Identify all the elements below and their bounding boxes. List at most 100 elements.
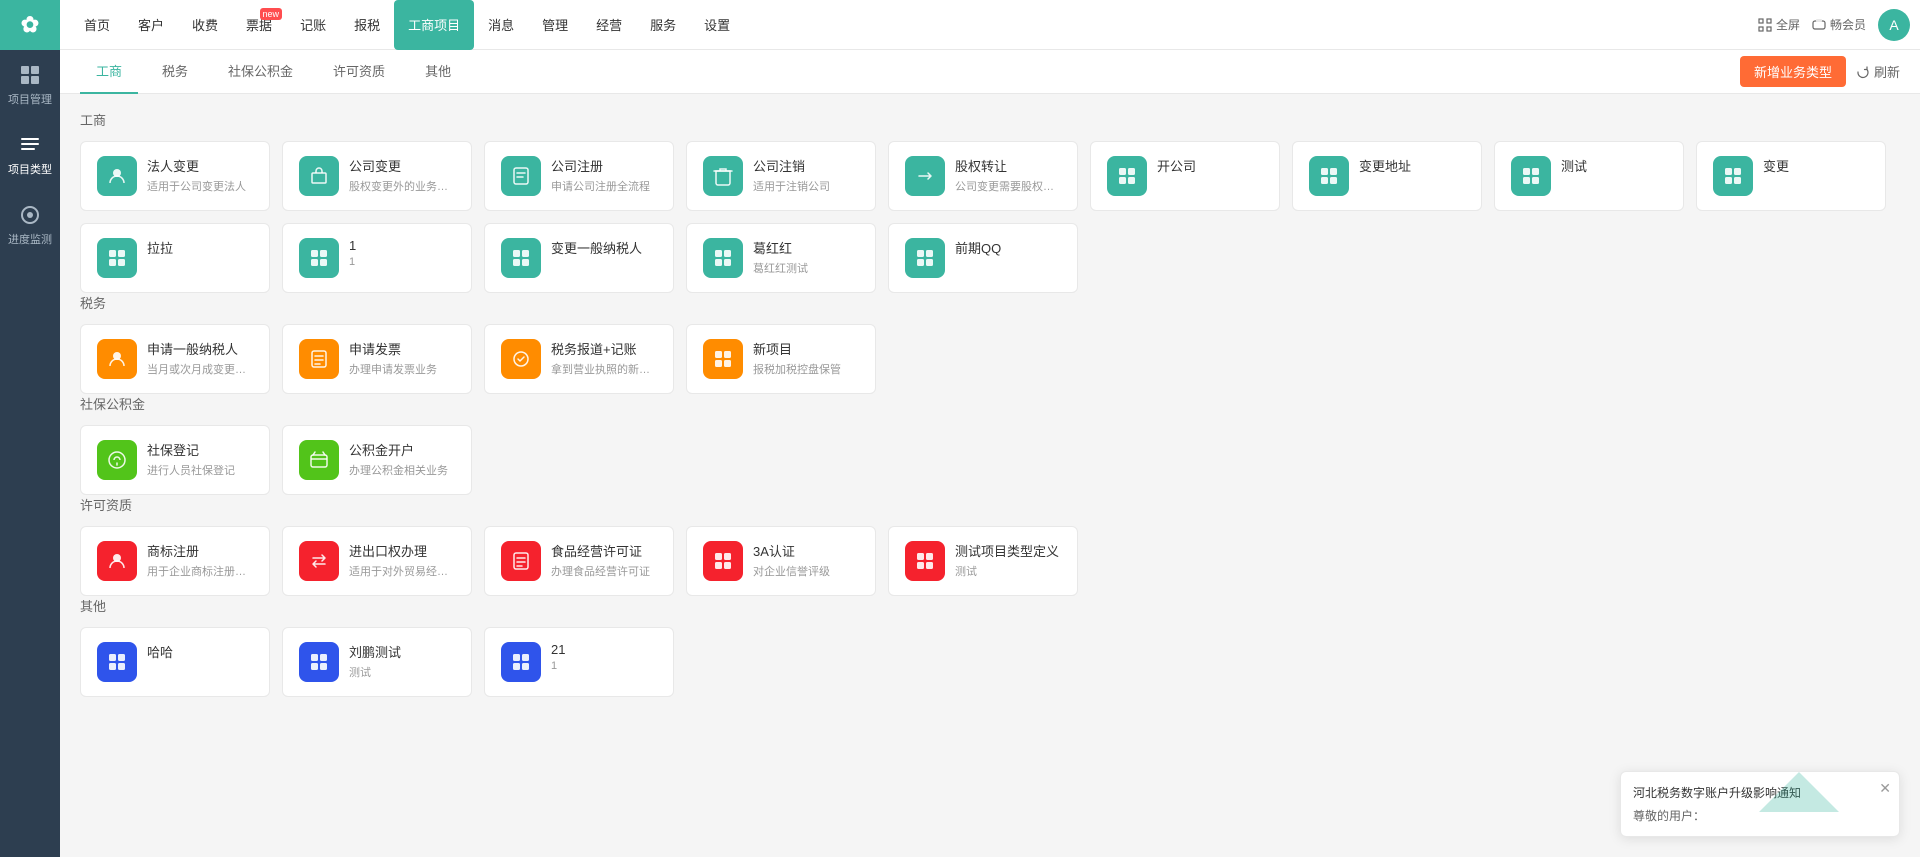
card-one-1[interactable]: 11 [282,223,472,293]
card-liupeng-test[interactable]: 刘鹏测试测试 [282,627,472,697]
card-apply-invoice[interactable]: 申请发票办理申请发票业务 [282,324,472,394]
sidebar-item-progress-monitor[interactable]: 进度监测 [0,190,60,260]
nav-customer[interactable]: 客户 [124,0,178,50]
card-company-cancel[interactable]: 公司注销适用于注销公司 [686,141,876,211]
card-lala[interactable]: 拉拉 [80,223,270,293]
section-title-social-section: 社保公积金 [80,394,1900,413]
card-icon-change-taxpayer [501,238,541,278]
card-desc-tax-report-accounting: 拿到营业执照的新公司 [551,361,657,377]
card-change-address[interactable]: 变更地址 [1292,141,1482,211]
card-icon-lala [97,238,137,278]
card-twenty-one[interactable]: 211 [484,627,674,697]
card-info-liupeng-test: 刘鹏测试测试 [349,642,455,680]
card-desc-twenty-one: 1 [551,660,657,672]
nav-settings[interactable]: 设置 [690,0,744,50]
nav-management[interactable]: 管理 [528,0,582,50]
fullscreen-btn[interactable]: 全屏 [1758,16,1800,33]
card-desc-trademark: 用于企业商标注册服务 [147,563,253,579]
project-mgmt-icon [18,63,42,87]
card-apply-taxpayer[interactable]: 申请一般纳税人当月或次月成变更完成 [80,324,270,394]
nav-home[interactable]: 首页 [70,0,124,50]
cards-grid-license-section: 商标注册用于企业商标注册服务进出口权办理适用于对外贸易经营者食品经营许可证办理食… [80,526,1900,596]
card-company-reg[interactable]: 公司注册申请公司注册全流程 [484,141,674,211]
notification-panel: ✕ 河北税务数字账户升级影响通知 尊敬的用户： [1620,771,1900,837]
card-info-equity-transfer: 股权转让公司变更需要股权转让 [955,156,1061,194]
card-title-haha: 哈哈 [147,642,253,661]
refresh-button[interactable]: 刷新 [1856,62,1900,81]
card-new-project[interactable]: 新项目报税加税控盘保管 [686,324,876,394]
card-title-change-taxpayer: 变更一般纳税人 [551,238,657,257]
card-legal-change[interactable]: 法人变更适用于公司变更法人 [80,141,270,211]
nav-bizproject[interactable]: 工商项目 [394,0,474,50]
card-title-open-company: 开公司 [1157,156,1263,175]
card-desc-company-reg: 申请公司注册全流程 [551,178,657,194]
card-social-reg[interactable]: 社保登记进行人员社保登记 [80,425,270,495]
nav-service[interactable]: 服务 [636,0,690,50]
nav-message[interactable]: 消息 [474,0,528,50]
card-equity-transfer[interactable]: 股权转让公司变更需要股权转让 [888,141,1078,211]
card-trademark[interactable]: 商标注册用于企业商标注册服务 [80,526,270,596]
new-type-button[interactable]: 新增业务类型 [1740,56,1846,87]
card-open-company[interactable]: 开公司 [1090,141,1280,211]
card-icon-change [1713,156,1753,196]
card-change-taxpayer[interactable]: 变更一般纳税人 [484,223,674,293]
user-avatar[interactable]: A [1878,9,1910,41]
section-social-section: 社保公积金社保登记进行人员社保登记公积金开户办理公积金相关业务 [80,394,1900,495]
card-title-one-1: 1 [349,238,455,253]
section-biz-section: 工商法人变更适用于公司变更法人公司变更股权变更外的业务变更公司注册申请公司注册全… [80,110,1900,293]
card-title-twenty-one: 21 [551,642,657,657]
card-title-early-qq: 前期QQ [955,238,1061,257]
project-type-icon [18,133,42,157]
nav-operation[interactable]: 经营 [582,0,636,50]
card-desc-social-reg: 进行人员社保登记 [147,462,253,478]
vip-btn[interactable]: 畅会员 [1812,16,1866,33]
top-nav: 首页 客户 收费 票据 new 记账 报税 工商项目 消息 管理 经营 服务 设… [60,0,1920,50]
card-icon-liupeng-test [299,642,339,682]
nav-accounting[interactable]: 记账 [286,0,340,50]
card-title-fund-open: 公积金开户 [349,440,455,459]
sidebar-item-project-type[interactable]: 项目类型 [0,120,60,190]
card-guhonghong[interactable]: 葛红红葛红红测试 [686,223,876,293]
card-icon-apply-invoice [299,339,339,379]
tab-tax[interactable]: 税务 [146,50,204,94]
card-haha[interactable]: 哈哈 [80,627,270,697]
card-early-qq[interactable]: 前期QQ [888,223,1078,293]
nav-billing[interactable]: 收费 [178,0,232,50]
card-food-license[interactable]: 食品经营许可证办理食品经营许可证 [484,526,674,596]
tab-biz[interactable]: 工商 [80,50,138,94]
card-desc-liupeng-test: 测试 [349,664,455,680]
card-fund-open[interactable]: 公积金开户办理公积金相关业务 [282,425,472,495]
vip-label: 畅会员 [1830,16,1866,33]
card-test-type-def[interactable]: 测试项目类型定义测试 [888,526,1078,596]
card-desc-guhonghong: 葛红红测试 [753,260,859,276]
card-import-export[interactable]: 进出口权办理适用于对外贸易经营者 [282,526,472,596]
card-title-test-type-def: 测试项目类型定义 [955,541,1061,560]
card-3a-cert[interactable]: 3A认证对企业信誉评级 [686,526,876,596]
card-change[interactable]: 变更 [1696,141,1886,211]
card-title-company-change: 公司变更 [349,156,455,175]
sidebar-label-project-type: 项目类型 [8,161,52,177]
card-info-tax-report-accounting: 税务报道+记账拿到营业执照的新公司 [551,339,657,377]
section-license-section: 许可资质商标注册用于企业商标注册服务进出口权办理适用于对外贸易经营者食品经营许可… [80,495,1900,596]
card-info-change: 变更 [1763,156,1869,178]
section-tax-section: 税务申请一般纳税人当月或次月成变更完成申请发票办理申请发票业务税务报道+记账拿到… [80,293,1900,394]
card-desc-company-change: 股权变更外的业务变更 [349,178,455,194]
card-info-early-qq: 前期QQ [955,238,1061,260]
notification-close-btn[interactable]: ✕ [1879,780,1891,797]
nav-ticket[interactable]: 票据 new [232,0,286,50]
card-info-new-project: 新项目报税加税控盘保管 [753,339,859,377]
card-test[interactable]: 测试 [1494,141,1684,211]
card-title-liupeng-test: 刘鹏测试 [349,642,455,661]
sidebar-item-project-mgmt[interactable]: 项目管理 [0,50,60,120]
tab-social[interactable]: 社保公积金 [212,50,309,94]
card-tax-report-accounting[interactable]: 税务报道+记账拿到营业执照的新公司 [484,324,674,394]
page-content: 工商 税务 社保公积金 许可资质 其他 新增业务类型 刷新 工商法人变更适用于公… [60,50,1920,857]
tab-other[interactable]: 其他 [409,50,467,94]
main-area: 首页 客户 收费 票据 new 记账 报税 工商项目 消息 管理 经营 服务 设… [60,0,1920,857]
card-desc-test-type-def: 测试 [955,563,1061,579]
card-company-change[interactable]: 公司变更股权变更外的业务变更 [282,141,472,211]
card-desc-apply-invoice: 办理申请发票业务 [349,361,455,377]
nav-tax[interactable]: 报税 [340,0,394,50]
card-info-haha: 哈哈 [147,642,253,664]
tab-license[interactable]: 许可资质 [317,50,401,94]
